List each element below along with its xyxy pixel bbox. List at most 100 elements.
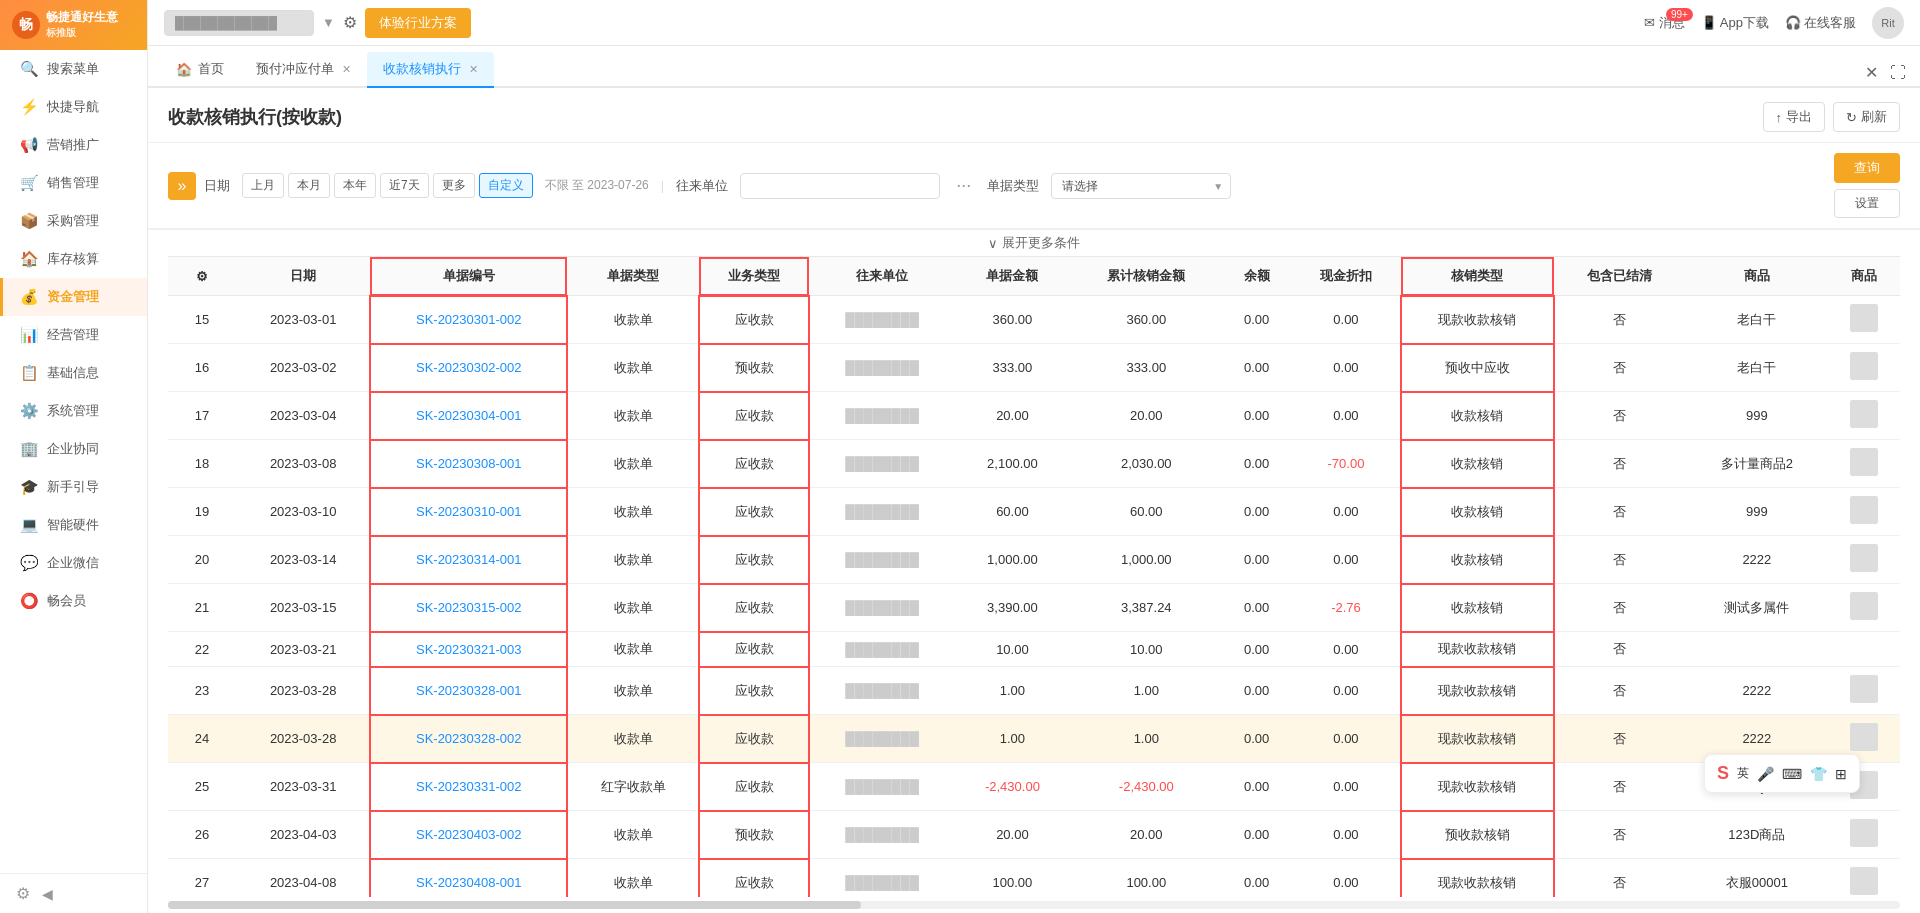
sidebar-item-enterprise[interactable]: 🏢企业协同 <box>0 430 147 468</box>
cell-biz-type: 应收款 <box>699 488 809 536</box>
export-icon: ↑ <box>1776 110 1783 125</box>
tab-payables[interactable]: 预付冲应付单 ✕ <box>240 52 367 88</box>
col-write-off-amount[interactable]: 累计核销金额 <box>1070 257 1223 296</box>
tab-home[interactable]: 🏠 首页 <box>160 52 240 88</box>
tab-receipts-close[interactable]: ✕ <box>469 63 478 76</box>
sidebar-item-sales[interactable]: 🛒销售管理 <box>0 164 147 202</box>
bill-link[interactable]: SK-20230304-001 <box>416 408 522 423</box>
sidebar-nav: 🔍搜索菜单⚡快捷导航📢营销推广🛒销售管理📦采购管理🏠库存核算💰资金管理📊经营管理… <box>0 50 147 873</box>
date-btn-more[interactable]: 更多 <box>433 173 475 198</box>
expand-more-bar[interactable]: ∨ 展开更多条件 <box>148 229 1920 256</box>
grid-icon[interactable]: ⊞ <box>1835 766 1847 782</box>
sidebar-item-base[interactable]: 📋基础信息 <box>0 354 147 392</box>
bill-link[interactable]: SK-20230328-001 <box>416 683 522 698</box>
sidebar-item-quick[interactable]: ⚡快捷导航 <box>0 88 147 126</box>
settings-button[interactable]: 设置 <box>1834 189 1900 218</box>
query-button[interactable]: 查询 <box>1834 153 1900 183</box>
date-btn-custom[interactable]: 自定义 <box>479 173 533 198</box>
col-include-settled[interactable]: 包含已结清 <box>1554 257 1685 296</box>
settings-icon[interactable]: ⚙ <box>16 884 30 903</box>
sidebar-item-stock[interactable]: 🏠库存核算 <box>0 240 147 278</box>
bill-type-select[interactable]: 请选择 <box>1051 173 1231 199</box>
tshirt-icon[interactable]: 👕 <box>1810 766 1827 782</box>
bill-link[interactable]: SK-20230328-002 <box>416 731 522 746</box>
col-bill-type[interactable]: 单据类型 <box>567 257 698 296</box>
bill-link[interactable]: SK-20230310-001 <box>416 504 522 519</box>
gear-icon[interactable]: ⚙ <box>343 13 357 32</box>
sidebar-item-hardware[interactable]: 💻智能硬件 <box>0 506 147 544</box>
partner-input[interactable] <box>740 173 940 199</box>
bill-link[interactable]: SK-20230314-001 <box>416 552 522 567</box>
sidebar-item-finance[interactable]: 💰资金管理 <box>0 278 147 316</box>
tab-expand-icon[interactable]: ⛶ <box>1888 62 1908 84</box>
date-btn-7days[interactable]: 近7天 <box>380 173 429 198</box>
sidebar-item-purchase[interactable]: 📦采购管理 <box>0 202 147 240</box>
date-btn-last-month[interactable]: 上月 <box>242 173 284 198</box>
export-button[interactable]: ↑ 导出 <box>1763 102 1826 132</box>
filter-toggle-button[interactable]: » <box>168 172 196 200</box>
col-bill-no[interactable]: 单据编号 <box>370 257 567 296</box>
sidebar-item-marketing[interactable]: 📢营销推广 <box>0 126 147 164</box>
filter-sep1: | <box>661 178 664 193</box>
col-balance[interactable]: 余额 <box>1223 257 1291 296</box>
col-product1[interactable]: 商品 <box>1685 257 1828 296</box>
col-cash-discount[interactable]: 现金折扣 <box>1291 257 1401 296</box>
sidebar-item-label: 采购管理 <box>47 212 99 230</box>
cell-bill-amount: 1.00 <box>955 715 1070 763</box>
cell-write-off-type: 现款收款核销 <box>1401 296 1554 344</box>
bill-link[interactable]: SK-20230301-002 <box>416 312 522 327</box>
solution-button[interactable]: 体验行业方案 <box>365 8 471 38</box>
table-row: 22 2023-03-21 SK-20230321-003 收款单 应收款 ██… <box>168 632 1900 667</box>
bill-link[interactable]: SK-20230408-001 <box>416 875 522 890</box>
quick-icon: ⚡ <box>19 98 39 116</box>
avatar[interactable]: Rit <box>1872 7 1904 39</box>
cell-bill-amount: 2,100.00 <box>955 440 1070 488</box>
page-header: 收款核销执行(按收款) ↑ 导出 ↻ 刷新 <box>148 88 1920 143</box>
col-partner[interactable]: 往来单位 <box>809 257 955 296</box>
sidebar-item-guide[interactable]: 🎓新手引导 <box>0 468 147 506</box>
cell-biz-type: 预收款 <box>699 811 809 859</box>
cell-no: 26 <box>168 811 236 859</box>
cell-partner: ████████ <box>809 488 955 536</box>
keyboard-icon[interactable]: ⌨ <box>1782 766 1802 782</box>
date-btn-this-month[interactable]: 本月 <box>288 173 330 198</box>
col-biz-type[interactable]: 业务类型 <box>699 257 809 296</box>
col-write-off-type[interactable]: 核销类型 <box>1401 257 1554 296</box>
bill-link[interactable]: SK-20230315-002 <box>416 600 522 615</box>
sidebar-item-system[interactable]: ⚙️系统管理 <box>0 392 147 430</box>
table-scrollbar-thumb <box>168 901 861 909</box>
bill-link[interactable]: SK-20230308-001 <box>416 456 522 471</box>
cell-write-off-type: 收款核销 <box>1401 392 1554 440</box>
selector-chevron-icon[interactable]: ▼ <box>322 15 335 30</box>
cell-product1: 测试多属件 <box>1685 584 1828 632</box>
cell-balance: 0.00 <box>1223 392 1291 440</box>
bill-link[interactable]: SK-20230331-002 <box>416 779 522 794</box>
cell-bill-type: 收款单 <box>567 859 698 898</box>
online-service[interactable]: 🎧 在线客服 <box>1785 14 1856 32</box>
sidebar-item-search[interactable]: 🔍搜索菜单 <box>0 50 147 88</box>
tab-receipts-label: 收款核销执行 <box>383 60 461 78</box>
sidebar-item-business[interactable]: 📊经营管理 <box>0 316 147 354</box>
col-product2[interactable]: 商品 <box>1828 257 1900 296</box>
collapse-icon[interactable]: ◀ <box>42 886 53 902</box>
refresh-button[interactable]: ↻ 刷新 <box>1833 102 1900 132</box>
app-download[interactable]: 📱 App下载 <box>1701 14 1769 32</box>
tab-receipts[interactable]: 收款核销执行 ✕ <box>367 52 494 88</box>
date-btn-this-year[interactable]: 本年 <box>334 173 376 198</box>
col-bill-amount[interactable]: 单据金额 <box>955 257 1070 296</box>
tab-close-all-icon[interactable]: ✕ <box>1863 61 1880 84</box>
mic-icon[interactable]: 🎤 <box>1757 766 1774 782</box>
account-selector[interactable]: ████████████ <box>164 10 314 36</box>
table-scrollbar[interactable] <box>168 901 1900 909</box>
sidebar-item-label: 基础信息 <box>47 364 99 382</box>
col-date[interactable]: 日期 <box>236 257 370 296</box>
bill-link[interactable]: SK-20230321-003 <box>416 642 522 657</box>
sidebar-item-wechat[interactable]: 💬企业微信 <box>0 544 147 582</box>
col-gear[interactable]: ⚙ <box>168 257 236 296</box>
tab-payables-close[interactable]: ✕ <box>342 63 351 76</box>
cell-bill-amount: 1.00 <box>955 667 1070 715</box>
bill-link[interactable]: SK-20230302-002 <box>416 360 522 375</box>
sidebar-item-member[interactable]: ⭕畅会员 <box>0 582 147 620</box>
messages-area[interactable]: ✉ 消息 99+ <box>1644 14 1685 32</box>
bill-link[interactable]: SK-20230403-002 <box>416 827 522 842</box>
